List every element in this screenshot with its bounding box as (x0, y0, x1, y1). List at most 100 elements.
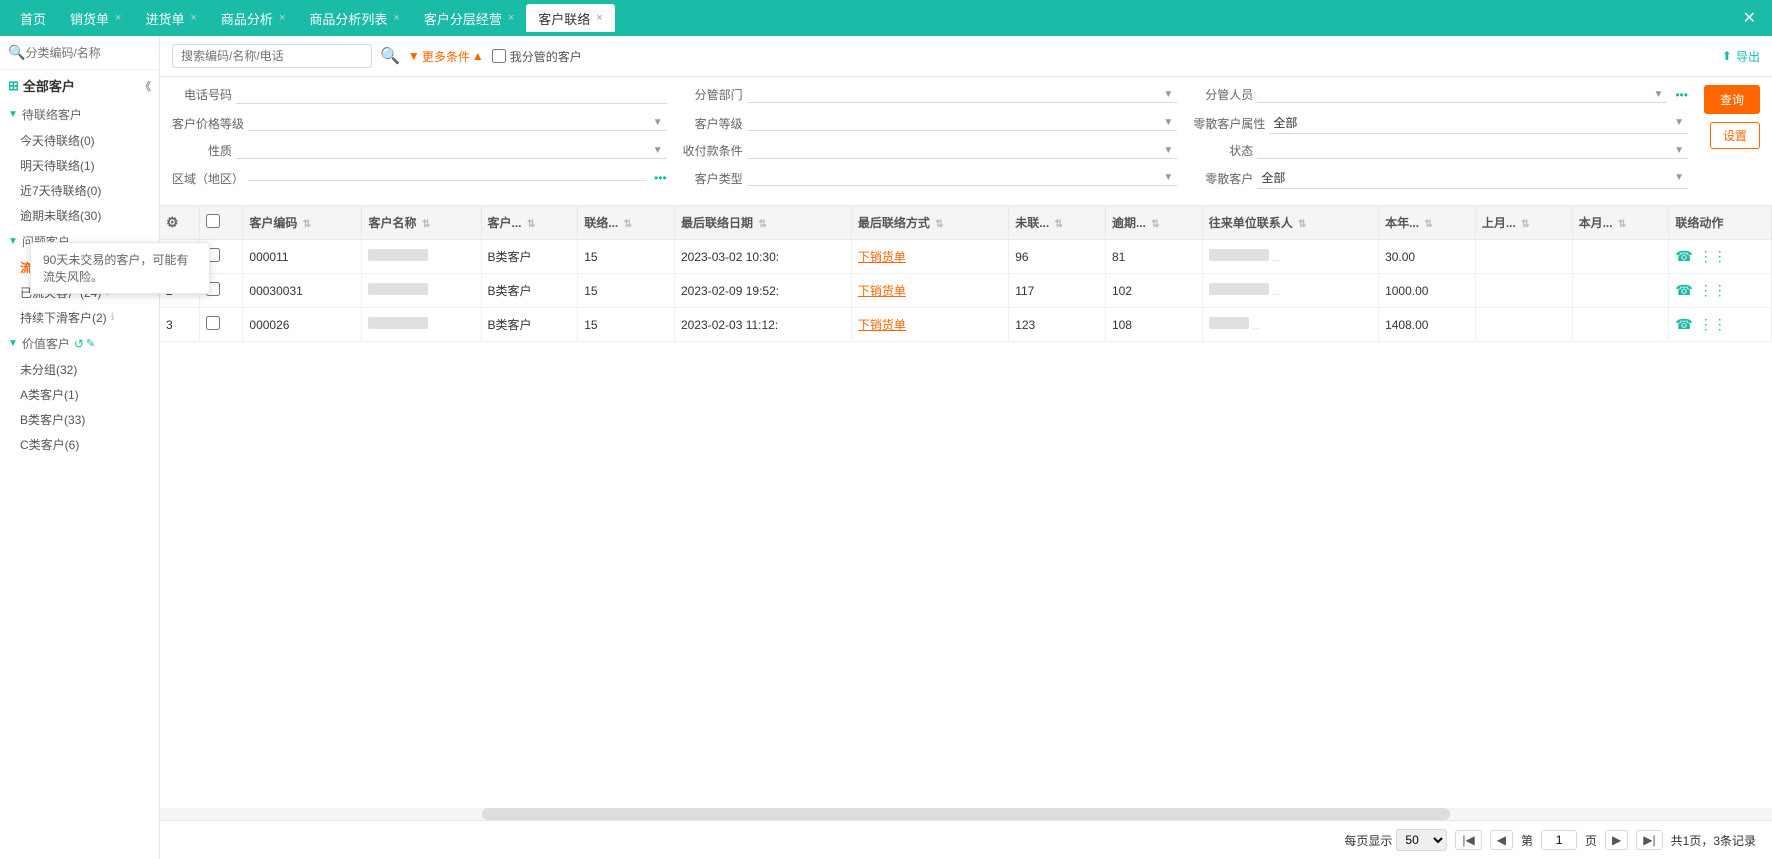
more-conditions-button[interactable]: ▼ 更多条件 ▲ (408, 48, 484, 65)
filter-retail-customer-select[interactable]: 全部 ▼ (1257, 167, 1688, 189)
tab-home[interactable]: 首页 (8, 4, 58, 32)
tab-product-list[interactable]: 商品分析列表 × (297, 4, 411, 32)
my-customers-checkbox-label[interactable]: 我分管的客户 (492, 48, 582, 65)
sidebar-item-b-class[interactable]: B类客户(33) (0, 407, 159, 432)
sidebar-item-declining[interactable]: 持续下滑客户(2) ℹ (0, 305, 159, 330)
filter-payment-select[interactable]: ▼ (747, 143, 1178, 159)
th-name[interactable]: 客户名称 ⇅ (362, 206, 481, 240)
filter-status-select[interactable]: ▼ (1257, 143, 1688, 159)
close-product-list-tab[interactable]: × (393, 12, 399, 24)
sort-icon-last-date: ⇅ (758, 219, 766, 230)
td-contact-2: 15 (578, 274, 675, 308)
td-uncontacted-1: 96 (1009, 240, 1106, 274)
th-uncontacted[interactable]: 未联... ⇅ (1009, 206, 1106, 240)
th-this-month[interactable]: 本月... ⇅ (1572, 206, 1669, 240)
sort-icon-contact-person: ⇅ (1298, 219, 1306, 230)
select-all-checkbox[interactable] (206, 214, 220, 228)
filter-dept-select[interactable]: ▼ (747, 87, 1178, 103)
last-way-link-3[interactable]: 下销货单 (858, 318, 906, 332)
td-type-2: B类客户 (481, 274, 578, 308)
close-purchase-tab[interactable]: × (190, 12, 196, 24)
row-checkbox-3[interactable] (206, 316, 220, 330)
filter-person-select[interactable]: ▼ (1257, 87, 1667, 103)
last-page-button[interactable]: ▶| (1636, 830, 1662, 850)
export-button[interactable]: ⬆ 导出 (1722, 48, 1760, 65)
next-page-button[interactable]: ▶ (1605, 830, 1628, 850)
filter-customer-type-select[interactable]: ▼ (747, 170, 1178, 186)
sidebar-root-group[interactable]: ⊞ 全部客户 《 (0, 70, 159, 101)
dots-person[interactable]: ••• (1675, 88, 1688, 102)
filter-region-select[interactable] (248, 176, 646, 181)
filter-person-label: 分管人员 (1193, 86, 1253, 103)
tab-customer-layer[interactable]: 客户分层经营 × (412, 4, 526, 32)
dots-region[interactable]: ••• (654, 171, 667, 185)
my-customers-checkbox[interactable] (492, 49, 506, 63)
setting-button[interactable]: 设置 (1710, 122, 1760, 149)
action-phone-3[interactable]: ☎ (1675, 316, 1692, 333)
table-row: 3 000026 B类客户 15 2023-02-03 11:12: 下销货单 (160, 308, 1772, 342)
th-this-year[interactable]: 本年... ⇅ (1379, 206, 1476, 240)
page-input[interactable] (1541, 830, 1577, 850)
refresh-icon-value[interactable]: ↺ (74, 337, 84, 351)
action-more-3[interactable]: ⋮⋮ (1699, 316, 1727, 333)
filter-phone-input[interactable] (236, 85, 667, 104)
search-button[interactable]: 🔍 (380, 46, 400, 66)
action-phone-2[interactable]: ☎ (1675, 282, 1692, 299)
prev-page-button[interactable]: ◀ (1490, 830, 1513, 850)
sidebar-item-a-class[interactable]: A类客户(1) (0, 382, 159, 407)
filter-retail-attr-select[interactable]: 全部 ▼ (1269, 112, 1688, 134)
tab-customer-contact[interactable]: 客户联络 × (526, 4, 614, 32)
td-overdue-2: 102 (1105, 274, 1202, 308)
th-last-way[interactable]: 最后联络方式 ⇅ (851, 206, 1008, 240)
action-phone-1[interactable]: ☎ (1675, 248, 1692, 265)
sidebar-item-overdue[interactable]: 逾期未联络(30) (0, 203, 159, 228)
sidebar-section-pending[interactable]: ▼ 待联络客户 (0, 101, 159, 128)
edit-icon-value[interactable]: ✎ (86, 337, 95, 350)
per-page-select[interactable]: 50 100 200 (1396, 829, 1447, 851)
filter-retail-customer-value: 全部 (1261, 169, 1285, 186)
th-contact[interactable]: 联络... ⇅ (578, 206, 675, 240)
tab-product-analysis[interactable]: 商品分析 × (209, 4, 297, 32)
filter-price-grade-select[interactable]: ▼ (248, 115, 667, 131)
sidebar-item-c-class[interactable]: C类客户(6) (0, 432, 159, 457)
th-last-month[interactable]: 上月... ⇅ (1475, 206, 1572, 240)
close-sales-tab[interactable]: × (115, 12, 121, 24)
page-label: 第 (1521, 832, 1533, 849)
last-way-link-2[interactable]: 下销货单 (858, 284, 906, 298)
close-customer-contact-tab[interactable]: × (596, 12, 602, 24)
search-input[interactable] (172, 44, 372, 68)
sidebar-collapse-btn[interactable]: 《 (140, 78, 151, 94)
sidebar-section-value[interactable]: ▼ 价值客户 ↺ ✎ (0, 330, 159, 357)
per-page-container: 每页显示 50 100 200 (1344, 829, 1447, 851)
filter-phone: 电话号码 (172, 85, 667, 104)
sidebar-search-input[interactable] (25, 46, 160, 60)
sidebar-item-ungroup[interactable]: 未分组(32) (0, 357, 159, 382)
tab-sales[interactable]: 销货单 × (58, 4, 133, 32)
window-close-button[interactable]: ✕ (1735, 8, 1764, 28)
action-more-2[interactable]: ⋮⋮ (1699, 282, 1727, 299)
sidebar-item-tomorrow[interactable]: 明天待联络(1) (0, 153, 159, 178)
tab-home-label: 首页 (20, 9, 46, 28)
query-button[interactable]: 查询 (1704, 85, 1760, 114)
first-page-button[interactable]: |◀ (1455, 830, 1481, 850)
last-way-link-1[interactable]: 下销货单 (858, 250, 906, 264)
close-product-analysis-tab[interactable]: × (279, 12, 285, 24)
action-more-1[interactable]: ⋮⋮ (1699, 248, 1727, 265)
th-contact-person[interactable]: 往来单位联系人 ⇅ (1202, 206, 1378, 240)
sidebar-item-7days[interactable]: 近7天待联络(0) (0, 178, 159, 203)
filter-nature-select[interactable]: ▼ (236, 143, 667, 159)
filter-customer-grade-select[interactable]: ▼ (747, 115, 1178, 131)
pagination: 每页显示 50 100 200 |◀ ◀ 第 页 ▶ ▶| 共1页，3条记录 (160, 820, 1772, 859)
td-contact-person-1: ... (1202, 240, 1378, 274)
horizontal-scrollbar[interactable] (160, 808, 1772, 820)
td-this-year-2: 1000.00 (1379, 274, 1476, 308)
tab-purchase[interactable]: 进货单 × (133, 4, 208, 32)
sidebar-item-today[interactable]: 今天待联络(0) (0, 128, 159, 153)
th-overdue[interactable]: 逾期... ⇅ (1105, 206, 1202, 240)
th-type[interactable]: 客户... ⇅ (481, 206, 578, 240)
close-customer-layer-tab[interactable]: × (508, 12, 514, 24)
th-last-date[interactable]: 最后联络日期 ⇅ (675, 206, 852, 240)
gear-icon[interactable]: ⚙ (166, 214, 179, 230)
sidebar: 🔍 ⊞ 全部客户 《 ▼ 待联络客户 今天待联络(0) 明天待联络(1) 近7天… (0, 36, 160, 859)
th-code[interactable]: 客户编码 ⇅ (243, 206, 362, 240)
